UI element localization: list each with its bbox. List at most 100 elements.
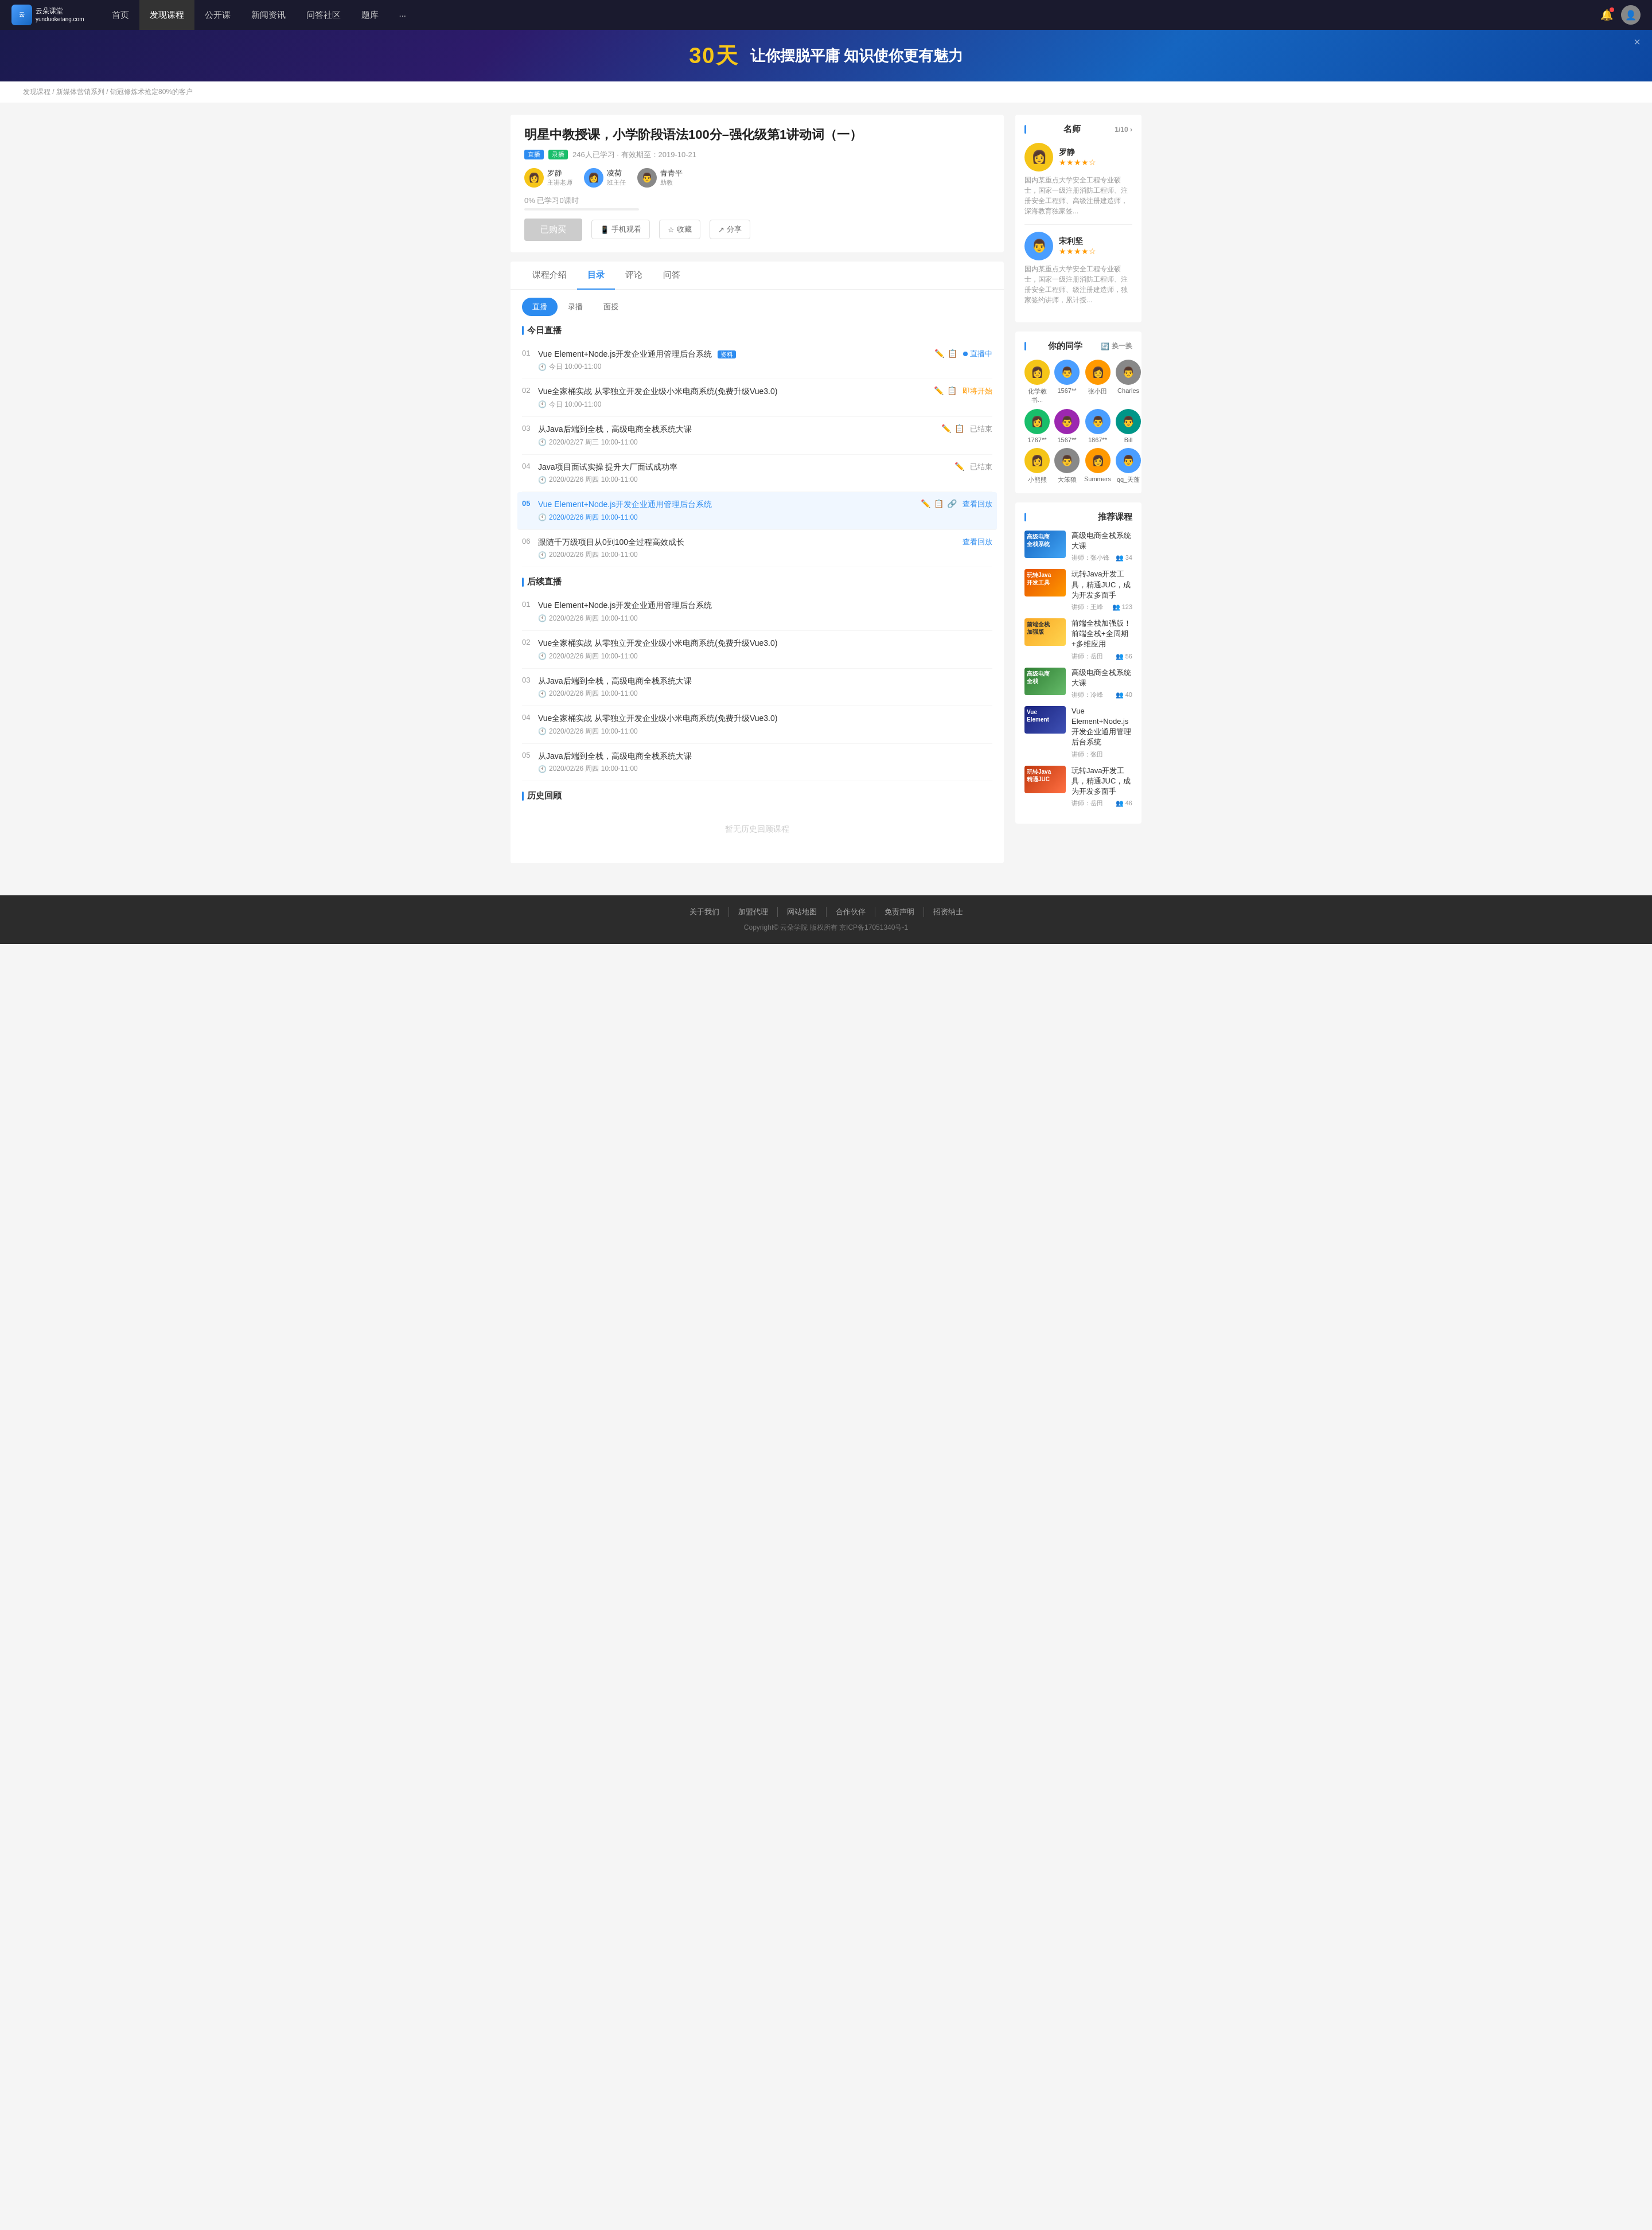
student-avatar[interactable]: 👨 xyxy=(1054,360,1080,385)
teachers-pagination[interactable]: 1/10 › xyxy=(1115,126,1132,134)
student-name: 化学教书... xyxy=(1024,387,1050,404)
student-avatar[interactable]: 👩 xyxy=(1085,360,1111,385)
logo[interactable]: 云 云朵课堂yunduoketang.com xyxy=(11,5,84,25)
lesson-time: 🕙 2020/02/27 周三 10:00-11:00 xyxy=(538,438,938,447)
footer-link-about[interactable]: 关于我们 xyxy=(680,907,729,917)
footer: 关于我们 加盟代理 网站地图 合作伙伴 免责声明 招资纳士 Copyright©… xyxy=(0,895,1652,944)
edit-icon[interactable]: ✏️ xyxy=(921,499,930,508)
lesson-title[interactable]: Vue全家桶实战 从零独立开发企业级小米电商系统(免费升级Vue3.0) xyxy=(538,713,992,724)
tab-intro[interactable]: 课程介绍 xyxy=(522,262,577,290)
lesson-status-replay[interactable]: 查看回放 xyxy=(957,499,992,509)
rec-course-5[interactable]: VueElement Vue Element+Node.js开发企业通用管理后台… xyxy=(1024,706,1132,759)
logo-text: 云朵课堂yunduoketang.com xyxy=(36,7,84,24)
lesson-info: Vue全家桶实战 从零独立开发企业级小米电商系统(免费升级Vue3.0) 🕙 今… xyxy=(538,386,930,410)
link-icon[interactable]: 🔗 xyxy=(947,499,957,508)
banner-highlight: 30天 xyxy=(689,41,738,71)
resource-badge: 资料 xyxy=(718,350,736,358)
copy-icon[interactable]: 📋 xyxy=(947,386,957,395)
lesson-title[interactable]: 从Java后端到全栈，高级电商全栈系统大课 xyxy=(538,676,992,687)
edit-icon[interactable]: ✏️ xyxy=(934,386,944,395)
course-list: 今日直播 01 Vue Element+Node.js开发企业通用管理后台系统 … xyxy=(511,316,1004,864)
footer-link-recruit[interactable]: 招资纳士 xyxy=(924,907,972,917)
student-avatar-charles[interactable]: 👨 xyxy=(1116,360,1141,385)
user-avatar[interactable]: 👤 xyxy=(1621,5,1641,25)
lesson-title[interactable]: 从Java后端到全栈，高级电商全栈系统大课 xyxy=(538,424,938,435)
edit-icon[interactable]: ✏️ xyxy=(934,349,944,358)
progress-section: 0% 已学习0课时 xyxy=(524,196,990,210)
sidebar: 名师 1/10 › 👩 罗静 ★★★★☆ 国内某重点大学安全工程专业硕士，国家一… xyxy=(1015,115,1141,872)
student-avatar[interactable]: 👨 xyxy=(1116,448,1141,473)
lesson-item-active: 05 Vue Element+Node.js开发企业通用管理后台系统 🕙 202… xyxy=(517,492,997,530)
lesson-title-active[interactable]: Vue Element+Node.js开发企业通用管理后台系统 xyxy=(538,499,917,510)
lesson-num: 01 xyxy=(522,349,538,357)
lesson-time: 🕙 今日 10:00-11:00 xyxy=(538,362,931,372)
lesson-title[interactable]: 跟随千万级项目从0到100全过程高效成长 xyxy=(538,537,957,548)
rec-students-6: 👥 46 xyxy=(1116,800,1132,807)
tab-comment[interactable]: 评论 xyxy=(615,262,653,290)
rec-course-1[interactable]: 高级电商全栈系统 高级电商全栈系统大课 讲师：张小锋 👥 34 xyxy=(1024,531,1132,562)
copy-icon[interactable]: 📋 xyxy=(934,499,944,508)
student-item: 👨 Bill xyxy=(1116,409,1141,443)
subtab-offline[interactable]: 面授 xyxy=(593,298,629,316)
lesson-title[interactable]: Vue全家桶实战 从零独立开发企业级小米电商系统(免费升级Vue3.0) xyxy=(538,638,992,649)
nav-home[interactable]: 首页 xyxy=(102,0,139,30)
rec-students-4: 👥 40 xyxy=(1116,691,1132,699)
tab-qa[interactable]: 问答 xyxy=(653,262,691,290)
student-avatar[interactable]: 👩 xyxy=(1024,360,1050,385)
lesson-status-soon[interactable]: 即将开始 xyxy=(957,386,992,396)
rec-course-6[interactable]: 玩转Java精通JUC 玩转Java开发工具，精通JUC，成为开发多面手 讲师：… xyxy=(1024,766,1132,808)
nav-discover[interactable]: 发现课程 xyxy=(139,0,194,30)
favorite-button[interactable]: ☆ 收藏 xyxy=(659,220,700,239)
logo-icon: 云 xyxy=(11,5,32,25)
student-avatar[interactable]: 👨 xyxy=(1054,409,1080,434)
rec-course-3[interactable]: 前端全栈加强版 前端全栈加强版！前端全栈+全周期+多维应用 讲师：岳田 👥 56 xyxy=(1024,618,1132,661)
lesson-status-replay[interactable]: 查看回放 xyxy=(957,537,992,547)
subtab-rec[interactable]: 录播 xyxy=(558,298,593,316)
notification-dot xyxy=(1610,7,1614,12)
share-button[interactable]: ↗ 分享 xyxy=(710,220,750,239)
lesson-status[interactable]: 直播中 xyxy=(957,349,992,359)
lesson-title[interactable]: Vue Element+Node.js开发企业通用管理后台系统 资料 xyxy=(538,349,931,360)
edit-icon[interactable]: ✏️ xyxy=(954,462,964,471)
student-name-charles: Charles xyxy=(1117,387,1139,394)
sidebar-teacher-name-1[interactable]: 罗静 xyxy=(1059,147,1096,158)
edit-icon[interactable]: ✏️ xyxy=(941,424,951,433)
lesson-title[interactable]: Java项目面试实操 提升大厂面试成功率 xyxy=(538,462,951,473)
copy-icon[interactable]: 📋 xyxy=(954,424,964,433)
rec-course-4[interactable]: 高级电商全栈 高级电商全栈系统大课 讲师：冷峰 👥 40 xyxy=(1024,668,1132,699)
nav-quiz[interactable]: 题库 xyxy=(351,0,389,30)
student-avatar[interactable]: 👩 xyxy=(1024,448,1050,473)
rec-teacher-2: 讲师：王峰 xyxy=(1072,603,1103,611)
footer-link-sitemap[interactable]: 网站地图 xyxy=(778,907,827,917)
footer-link-agent[interactable]: 加盟代理 xyxy=(729,907,778,917)
footer-link-disclaimer[interactable]: 免责声明 xyxy=(875,907,924,917)
subtab-live[interactable]: 直播 xyxy=(522,298,558,316)
nav-qa[interactable]: 问答社区 xyxy=(296,0,351,30)
notification-bell[interactable]: 🔔 xyxy=(1600,9,1613,21)
mobile-watch-button[interactable]: 📱 手机观看 xyxy=(591,220,650,239)
lesson-time: 🕙 2020/02/26 周四 10:00-11:00 xyxy=(538,513,917,523)
sidebar-teacher-name-2[interactable]: 宋利坚 xyxy=(1059,236,1096,247)
student-avatar[interactable]: 👨 xyxy=(1116,409,1141,434)
footer-link-partner[interactable]: 合作伙伴 xyxy=(827,907,875,917)
student-avatar[interactable]: 👨 xyxy=(1085,409,1111,434)
lesson-title[interactable]: 从Java后端到全栈，高级电商全栈系统大课 xyxy=(538,751,992,762)
breadcrumb-link-1[interactable]: 发现课程 xyxy=(23,88,50,96)
copy-icon[interactable]: 📋 xyxy=(948,349,957,358)
bought-button[interactable]: 已购买 xyxy=(524,219,582,241)
breadcrumb-link-2[interactable]: 新媒体营销系列 xyxy=(56,88,104,96)
lesson-num: 04 xyxy=(522,462,538,470)
student-avatar[interactable]: 👨 xyxy=(1054,448,1080,473)
rec-course-2[interactable]: 玩转Java开发工具 玩转Java开发工具，精通JUC，成为开发多面手 讲师：王… xyxy=(1024,569,1132,611)
nav-open[interactable]: 公开课 xyxy=(194,0,241,30)
nav-news[interactable]: 新闻资讯 xyxy=(241,0,296,30)
nav-more[interactable]: ··· xyxy=(389,0,417,30)
banner-close[interactable]: × xyxy=(1634,36,1641,49)
student-avatar[interactable]: 👩 xyxy=(1024,409,1050,434)
student-avatar[interactable]: 👩 xyxy=(1085,448,1111,473)
lesson-num: 06 xyxy=(522,537,538,545)
lesson-title[interactable]: Vue全家桶实战 从零独立开发企业级小米电商系统(免费升级Vue3.0) xyxy=(538,386,930,397)
refresh-button[interactable]: 🔄 换一换 xyxy=(1101,341,1132,351)
lesson-title[interactable]: Vue Element+Node.js开发企业通用管理后台系统 xyxy=(538,600,992,611)
tab-catalog[interactable]: 目录 xyxy=(577,262,615,290)
